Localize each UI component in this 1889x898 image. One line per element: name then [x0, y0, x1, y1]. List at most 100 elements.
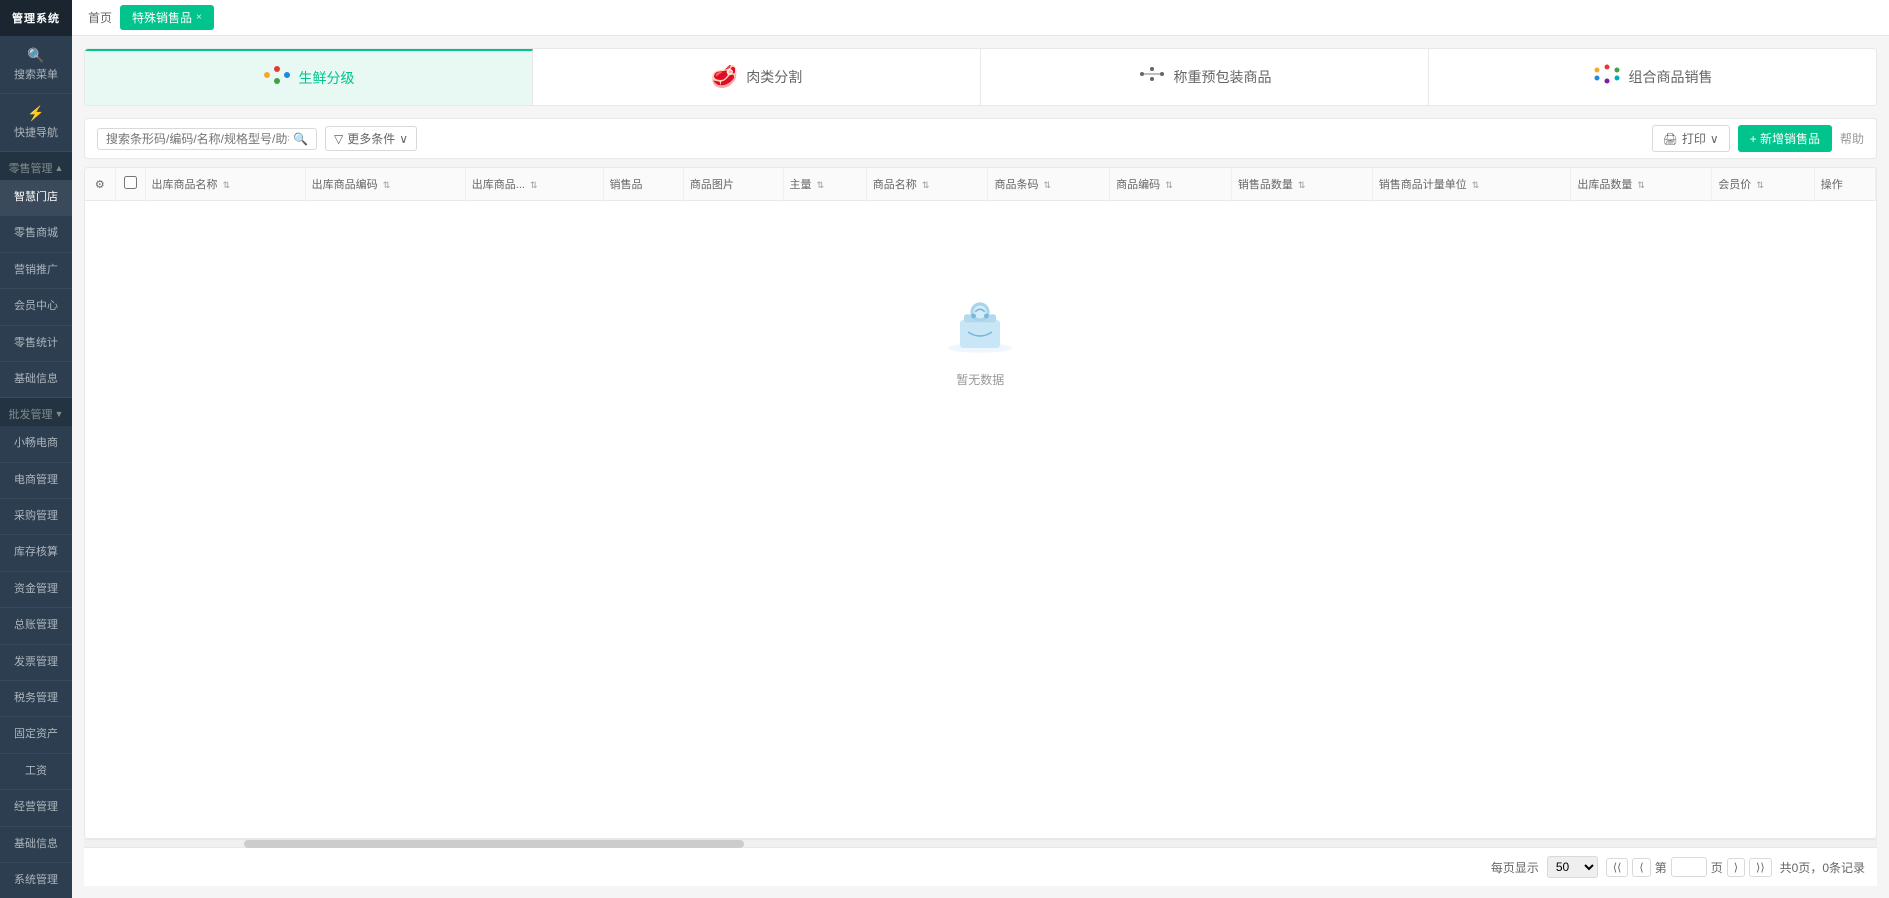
tab-cards-row: 生鲜分级 🥩 肉类分割 称重预包装商品 [84, 48, 1877, 106]
home-link[interactable]: 首页 [88, 9, 112, 26]
select-all-checkbox[interactable] [124, 176, 137, 189]
tab-weight-prepack[interactable]: 称重预包装商品 [981, 49, 1429, 105]
th-product-name: 商品名称 ⇅ [866, 168, 988, 201]
sidebar-item-purchase[interactable]: 采购管理 [0, 499, 72, 535]
chevron-down-icon: ▲ [55, 163, 64, 173]
sidebar-item-quick-nav[interactable]: ⚡ 快捷导航 [0, 94, 72, 152]
tab-combo-sales[interactable]: 组合商品销售 [1429, 49, 1876, 105]
th-out-spec: 出库商品... ⇅ [465, 168, 603, 201]
sidebar-item-member[interactable]: 会员中心 [0, 289, 72, 325]
th-sales-qty: 销售品数量 ⇅ [1231, 168, 1372, 201]
horizontal-scrollbar[interactable] [84, 839, 1877, 847]
sort-icon[interactable]: ⇅ [1637, 180, 1645, 190]
last-page-button[interactable]: ⟩⟩ [1749, 858, 1772, 877]
sidebar-item-inventory[interactable]: 库存核算 [0, 535, 72, 571]
add-button[interactable]: + 新增销售品 [1738, 125, 1832, 152]
sidebar-logo: 管理系统 [0, 0, 72, 36]
tab-combo-sales-label: 组合商品销售 [1629, 67, 1713, 87]
sort-icon[interactable]: ⇅ [1165, 180, 1173, 190]
sort-icon[interactable]: ⇅ [1044, 180, 1052, 190]
sidebar-item-smart-store[interactable]: 智慧门店 [0, 180, 72, 216]
page-prefix-label: 第 [1655, 859, 1667, 876]
sidebar-item-tax[interactable]: 税务管理 [0, 681, 72, 717]
sidebar-item-system[interactable]: 系统管理 [0, 863, 72, 898]
th-member-price: 会员价 ⇅ [1712, 168, 1814, 201]
tab-fresh-grading[interactable]: 生鲜分级 [85, 49, 533, 105]
help-button[interactable]: 帮助 [1840, 130, 1864, 147]
toolbar-right: 🖨 打印 ∨ + 新增销售品 帮助 [1652, 125, 1864, 152]
print-icon: 🖨 [1663, 132, 1678, 146]
page-number-input[interactable]: 1 [1671, 857, 1707, 877]
sidebar-item-finance[interactable]: 资金管理 [0, 572, 72, 608]
sort-icon[interactable]: ⇅ [1298, 180, 1306, 190]
weight-prepack-icon [1138, 64, 1166, 90]
sort-icon[interactable]: ⇅ [1756, 180, 1764, 190]
chevron-down-icon: ∨ [1710, 132, 1719, 146]
active-tab[interactable]: 特殊销售品 × [120, 5, 214, 30]
page-nav: ⟨⟨ ⟨ 第 1 页 ⟩ ⟩⟩ [1606, 857, 1772, 877]
sidebar-item-base-info[interactable]: 基础信息 [0, 827, 72, 863]
add-label: + 新增销售品 [1750, 130, 1820, 147]
sidebar-item-search-menu[interactable]: 🔍 搜索菜单 [0, 36, 72, 94]
th-sales-item: 销售品 [603, 168, 683, 201]
tab-weight-prepack-label: 称重预包装商品 [1174, 67, 1272, 87]
sort-icon[interactable]: ⇅ [1472, 180, 1480, 190]
sidebar-item-marketing[interactable]: 营销推广 [0, 253, 72, 289]
empty-text: 暂无数据 [956, 371, 1004, 388]
th-barcode: 商品条码 ⇅ [988, 168, 1110, 201]
help-label: 帮助 [1840, 132, 1864, 146]
sidebar-item-mini-ecommerce[interactable]: 小畅电商 [0, 426, 72, 462]
th-out-code: 出库商品编码 ⇅ [305, 168, 465, 201]
per-page-label: 每页显示 [1491, 859, 1539, 876]
table-header-row: ⚙ 出库商品名称 ⇅ 出库商品编码 ⇅ 出库商品... ⇅ [85, 168, 1876, 201]
scrollbar-thumb[interactable] [244, 840, 744, 848]
sidebar-item-salary[interactable]: 工资 [0, 754, 72, 790]
fresh-grading-icon [263, 65, 291, 91]
filter-button[interactable]: ▽ 更多条件 ∨ [325, 126, 417, 151]
th-main-qty: 主量 ⇅ [783, 168, 866, 201]
th-sales-unit: 销售商品计量单位 ⇅ [1372, 168, 1571, 201]
pagination: 每页显示 50 10 20 100 ⟨⟨ ⟨ 第 1 页 ⟩ ⟩⟩ 共0页，0条… [84, 847, 1877, 886]
filter-icon: ▽ [334, 132, 343, 146]
sidebar-item-basic-info[interactable]: 基础信息 [0, 362, 72, 398]
prev-page-button[interactable]: ⟨ [1632, 858, 1650, 877]
sidebar-item-retail-stats[interactable]: 零售统计 [0, 326, 72, 362]
empty-state-row: 暂无数据 [85, 201, 1876, 477]
tab-fresh-grading-label: 生鲜分级 [299, 68, 355, 88]
topbar: 首页 特殊销售品 × [72, 0, 1889, 36]
th-settings[interactable]: ⚙ [85, 168, 115, 201]
sort-icon[interactable]: ⇅ [223, 180, 231, 190]
page-suffix-label: 页 [1711, 859, 1723, 876]
close-tab-button[interactable]: × [196, 12, 202, 23]
search-box[interactable]: 🔍 [97, 128, 317, 150]
sidebar-section-retail[interactable]: 零售管理 ▲ [0, 152, 72, 180]
sidebar-item-invoice[interactable]: 发票管理 [0, 645, 72, 681]
first-page-button[interactable]: ⟨⟨ [1606, 858, 1629, 877]
sidebar-item-fixed-assets[interactable]: 固定资产 [0, 717, 72, 753]
tab-meat-cutting[interactable]: 🥩 肉类分割 [533, 49, 981, 105]
sidebar-item-retail-mall[interactable]: 零售商城 [0, 216, 72, 252]
sidebar-item-general-ledger[interactable]: 总账管理 [0, 608, 72, 644]
sort-icon[interactable]: ⇅ [530, 180, 538, 190]
next-page-button[interactable]: ⟩ [1727, 858, 1745, 877]
sort-icon[interactable]: ⇅ [817, 180, 825, 190]
print-button[interactable]: 🖨 打印 ∨ [1652, 125, 1730, 152]
content-area: 生鲜分级 🥩 肉类分割 称重预包装商品 [72, 36, 1889, 898]
total-label: 共0页，0条记录 [1780, 859, 1865, 876]
th-product-img: 商品图片 [683, 168, 783, 201]
search-input[interactable] [106, 132, 289, 146]
combo-sales-icon [1593, 64, 1621, 90]
search-icon: 🔍 [293, 132, 308, 146]
toolbar: 🔍 ▽ 更多条件 ∨ 🖨 打印 ∨ + 新增销售品 帮助 [84, 118, 1877, 159]
main-area: 首页 特殊销售品 × 生鲜分级 🥩 [72, 0, 1889, 898]
sidebar-item-ops-mgmt[interactable]: 经营管理 [0, 790, 72, 826]
th-checkbox[interactable] [115, 168, 145, 201]
sort-icon[interactable]: ⇅ [383, 180, 391, 190]
sidebar-item-ecommerce-mgmt[interactable]: 电商管理 [0, 463, 72, 499]
sort-icon[interactable]: ⇅ [922, 180, 930, 190]
per-page-select[interactable]: 50 10 20 100 [1547, 856, 1598, 878]
sidebar: 管理系统 🔍 搜索菜单 ⚡ 快捷导航 零售管理 ▲ 智慧门店 零售商城 营销推广… [0, 0, 72, 898]
sidebar-section-wholesale[interactable]: 批发管理 ▼ [0, 398, 72, 426]
empty-illustration [940, 289, 1020, 359]
th-out-qty: 出库品数量 ⇅ [1571, 168, 1712, 201]
